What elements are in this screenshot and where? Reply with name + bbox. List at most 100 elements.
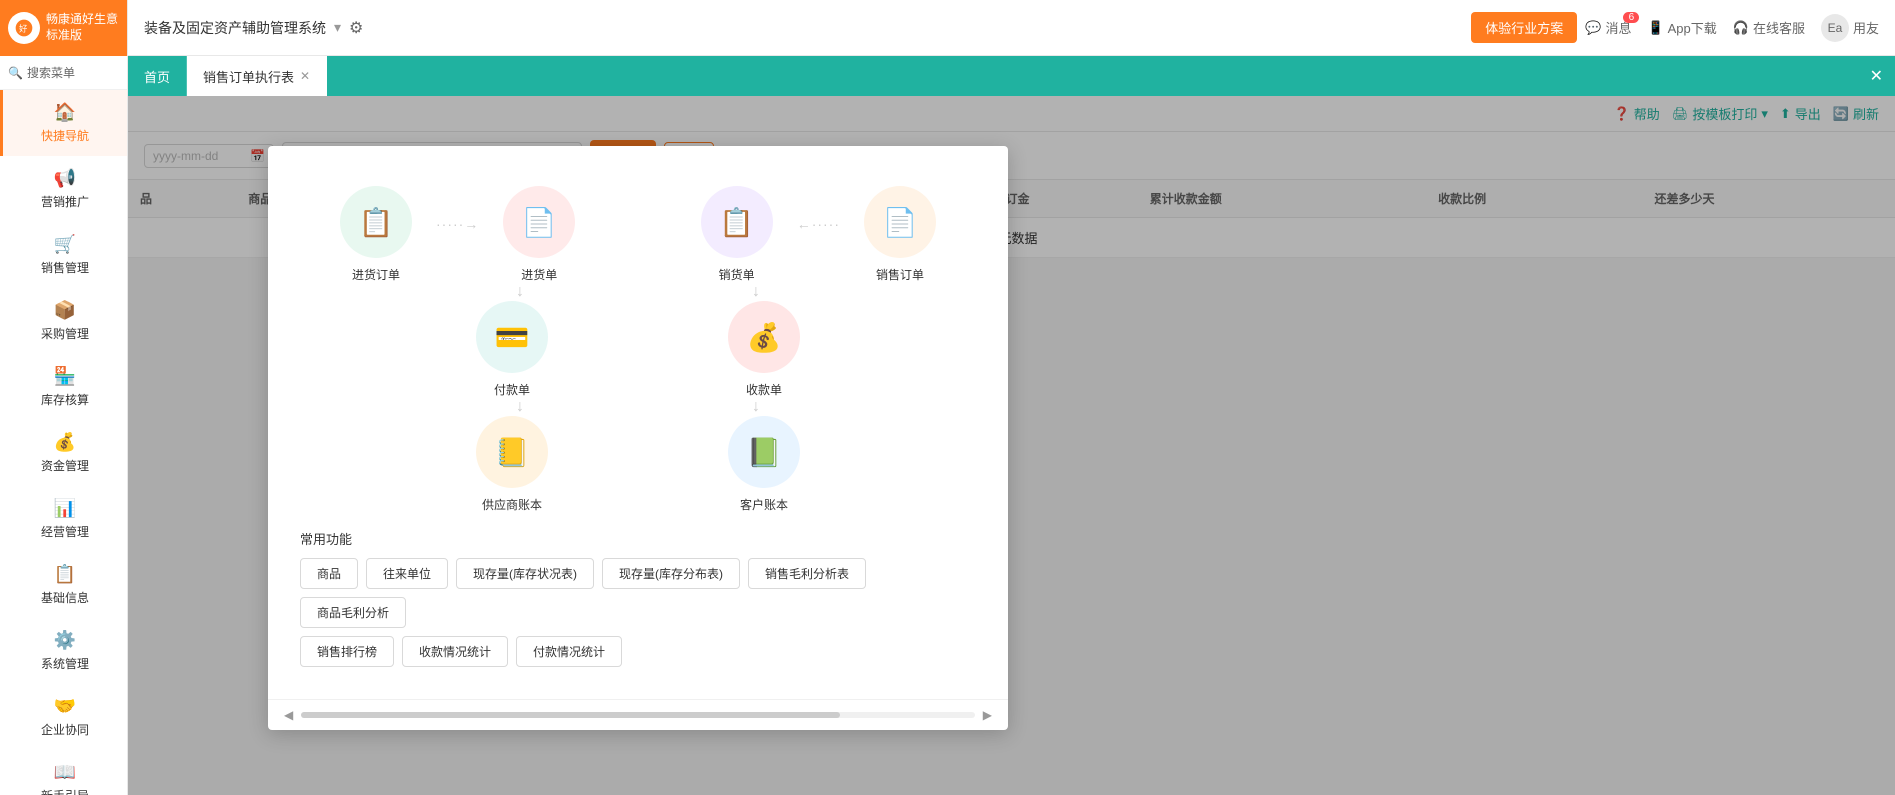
main-area: 装备及固定资产辅助管理系统 ▾ ⚙ 体验行业方案 💬 消息 6 📱 App下载 …: [128, 0, 1895, 795]
scroll-right-btn[interactable]: ▶: [983, 708, 992, 722]
sales-bill-node: 📋 销货单: [701, 186, 773, 283]
purchase-icon: 📦: [54, 300, 76, 321]
sidebar-item-finance[interactable]: 💰 资金管理: [0, 420, 127, 486]
purchase-bill-icon: 📄: [503, 186, 575, 258]
func-btn-receipt-stats[interactable]: 收款情况统计: [402, 636, 508, 667]
tab-home[interactable]: 首页: [128, 56, 187, 96]
system-title: 装备及固定资产辅助管理系统 ▾ ⚙: [144, 18, 1463, 38]
experience-btn[interactable]: 体验行业方案: [1471, 12, 1577, 43]
arrow-sales-order-to-bill: ←·····: [797, 216, 840, 232]
online-service-btn[interactable]: 🎧 在线客服: [1733, 18, 1805, 37]
sidebar-nav: 🏠 快捷导航 📢 营销推广 🛒 销售管理 📦 采购管理 🏪 库存核算 💰: [0, 90, 127, 795]
enterprise-icon: 🤝: [54, 696, 76, 717]
func-btn-inventory-status[interactable]: 现存量(库存状况表): [456, 558, 594, 589]
content-area: ❓ 帮助 🖨 按模板打印 ▾ ⬆ 导出 🔄 刷新: [128, 96, 1895, 795]
payment-label: 付款单: [494, 381, 530, 398]
arrow-down-payment: ↓: [476, 398, 564, 416]
message-badge: 6: [1623, 12, 1639, 23]
purchase-order-icon: 📋: [340, 186, 412, 258]
purchase-bill-node: 📄 进货单: [503, 186, 575, 283]
sidebar-item-system[interactable]: ⚙️ 系统管理: [0, 618, 127, 684]
scroll-left-btn[interactable]: ◀: [284, 708, 293, 722]
download-icon: 📱: [1647, 20, 1663, 36]
func-btn-inventory-dist[interactable]: 现存量(库存分布表): [602, 558, 740, 589]
sidebar-item-purchase[interactable]: 📦 采购管理: [0, 288, 127, 354]
search-menu[interactable]: 🔍 搜索菜单: [0, 56, 127, 90]
purchase-order-node: 📋 进货订单: [340, 186, 412, 283]
app-logo: 好 畅康通好生意 标准版: [0, 0, 127, 56]
avatar: Ea: [1821, 14, 1849, 42]
supplier-ledger-label: 供应商账本: [482, 496, 542, 513]
purchase-order-label: 进货订单: [352, 266, 400, 283]
marketing-icon: 📢: [54, 168, 76, 189]
func-btn-sales-profit[interactable]: 销售毛利分析表: [748, 558, 866, 589]
receipt-node: 💰 收款单: [728, 301, 800, 398]
sales-icon: 🛒: [54, 234, 76, 255]
user-menu[interactable]: Ea 用友: [1821, 14, 1879, 42]
purchase-bill-label: 进货单: [521, 266, 557, 283]
sales-bill-icon: 📋: [701, 186, 773, 258]
topbar-right: 💬 消息 6 📱 App下载 🎧 在线客服 Ea 用友: [1585, 14, 1879, 42]
tab-sales-order-exec[interactable]: 销售订单执行表 ✕: [187, 56, 327, 96]
arrow-down-purchase-bill: ↓: [476, 283, 564, 301]
inventory-icon: 🏪: [54, 366, 76, 387]
logo-icon: 好: [8, 12, 40, 44]
sidebar-item-operations[interactable]: 📊 经营管理: [0, 486, 127, 552]
common-func-title: 常用功能: [300, 529, 976, 548]
app-download-btn[interactable]: 📱 App下载: [1647, 18, 1716, 37]
svg-text:好: 好: [19, 23, 27, 33]
search-icon: 🔍: [8, 66, 23, 80]
customer-ledger-label: 客户账本: [740, 496, 788, 513]
modal-scrollbar: ◀ ▶: [268, 699, 1008, 730]
service-icon: 🎧: [1733, 20, 1749, 36]
topbar: 装备及固定资产辅助管理系统 ▾ ⚙ 体验行业方案 💬 消息 6 📱 App下载 …: [128, 0, 1895, 56]
sales-bill-label: 销货单: [719, 266, 755, 283]
sales-order-node: 📄 销售订单: [864, 186, 936, 283]
basic-info-icon: 📋: [54, 564, 76, 585]
sidebar-item-enterprise[interactable]: 🤝 企业协同: [0, 684, 127, 750]
guide-icon: 📖: [54, 762, 76, 783]
arrow-down-sales-bill: ↓: [712, 283, 800, 301]
payment-icon: 💳: [476, 301, 548, 373]
modal-overlay[interactable]: 📋 进货订单 ·····→: [128, 96, 1895, 795]
func-btn-payment-stats[interactable]: 付款情况统计: [516, 636, 622, 667]
modal-content: 📋 进货订单 ·····→: [268, 146, 1008, 699]
sidebar: 好 畅康通好生意 标准版 🔍 搜索菜单 🏠 快捷导航 📢 营销推广 🛒 销售管理: [0, 0, 128, 795]
message-btn[interactable]: 💬 消息 6: [1585, 18, 1631, 37]
tabbar: 首页 销售订单执行表 ✕ ✕: [128, 56, 1895, 96]
close-all-tabs-btn[interactable]: ✕: [1858, 56, 1895, 96]
message-icon: 💬: [1585, 20, 1601, 36]
func-btn-sales-ranking[interactable]: 销售排行榜: [300, 636, 394, 667]
dropdown-arrow-icon[interactable]: ▾: [334, 19, 341, 36]
sales-order-icon: 📄: [864, 186, 936, 258]
home-icon: 🏠: [54, 102, 76, 123]
finance-icon: 💰: [54, 432, 76, 453]
common-func-section: 常用功能 商品 往来单位 现存量(库存状况表) 现存量(库存分布表) 销售毛利分…: [300, 529, 976, 667]
tab-close-icon[interactable]: ✕: [300, 69, 310, 83]
sidebar-item-basic-info[interactable]: 📋 基础信息: [0, 552, 127, 618]
arrow-purchase-to-bill: ·····→: [436, 216, 479, 232]
receipt-icon: 💰: [728, 301, 800, 373]
customer-ledger-icon: 📗: [728, 416, 800, 488]
func-btn-counterparty[interactable]: 往来单位: [366, 558, 448, 589]
func-btn-product-profit[interactable]: 商品毛利分析: [300, 597, 406, 628]
system-icon: ⚙️: [54, 630, 76, 651]
func-btn-row-2: 销售排行榜 收款情况统计 付款情况统计: [300, 636, 976, 667]
sidebar-item-quick-nav[interactable]: 🏠 快捷导航: [0, 90, 127, 156]
sales-order-label: 销售订单: [876, 266, 924, 283]
quick-nav-modal: 📋 进货订单 ·····→: [268, 146, 1008, 730]
sidebar-item-sales[interactable]: 🛒 销售管理: [0, 222, 127, 288]
supplier-ledger-icon: 📒: [476, 416, 548, 488]
supplier-ledger-node: 📒 供应商账本: [476, 416, 548, 513]
operations-icon: 📊: [54, 498, 76, 519]
sidebar-item-guide[interactable]: 📖 新手引导: [0, 750, 127, 795]
customer-ledger-node: 📗 客户账本: [728, 416, 800, 513]
scrollbar-track[interactable]: [301, 712, 975, 718]
func-btn-product[interactable]: 商品: [300, 558, 358, 589]
payment-node: 💳 付款单: [476, 301, 548, 398]
sidebar-item-marketing[interactable]: 📢 营销推广: [0, 156, 127, 222]
func-btn-row-1: 商品 往来单位 现存量(库存状况表) 现存量(库存分布表) 销售毛利分析表 商品…: [300, 558, 976, 628]
arrow-down-receipt: ↓: [712, 398, 800, 416]
settings-icon[interactable]: ⚙: [349, 18, 363, 38]
sidebar-item-inventory[interactable]: 🏪 库存核算: [0, 354, 127, 420]
